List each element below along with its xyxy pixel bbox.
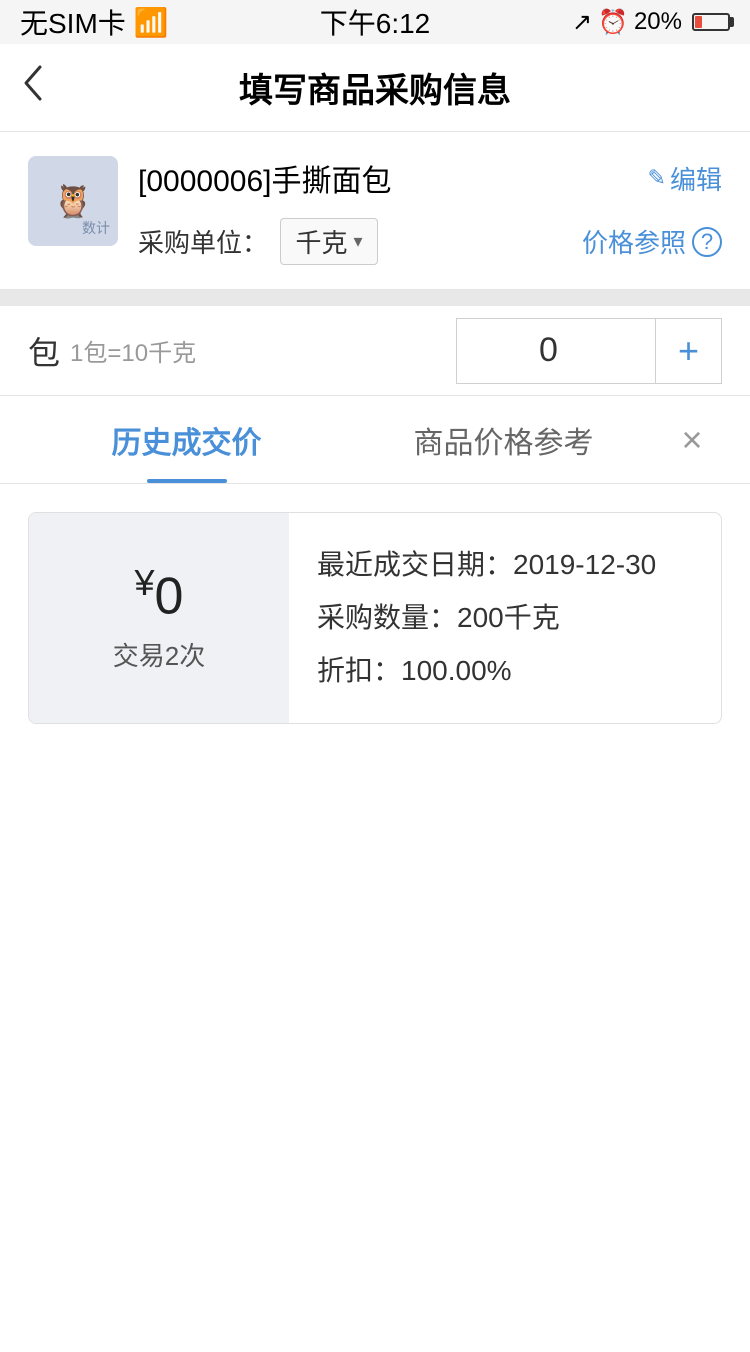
quantity-row: 包 1包=10千克 + <box>0 306 750 396</box>
carrier-text: 无SIM卡 <box>20 2 126 42</box>
bottom-area <box>0 752 750 1352</box>
product-card: 🦉 数计 [0000006]手撕面包 ✎ 编辑 采购单位： 千克 ▾ <box>0 132 750 290</box>
product-info: [0000006]手撕面包 ✎ 编辑 采购单位： 千克 ▾ 价格参照 ? <box>138 156 722 265</box>
quantity-label: 包 1包=10千克 <box>28 328 196 374</box>
unit-left: 采购单位： 千克 ▾ <box>138 218 378 265</box>
recent-date-label: 最近成交日期： <box>317 549 513 580</box>
tab2-label: 商品价格参考 <box>414 418 594 462</box>
tab-close-button[interactable]: × <box>662 410 722 470</box>
price-ref-label: 价格参照 <box>582 223 686 260</box>
product-sub-label: 数计 <box>82 218 110 238</box>
tab-history-price[interactable]: 历史成交价 <box>28 396 345 483</box>
tab-price-reference[interactable]: 商品价格参考 <box>345 396 662 483</box>
history-card: ¥0 交易2次 最近成交日期：2019-12-30 采购数量：200千克 折扣：… <box>28 512 722 724</box>
unit-ratio: 1包=10千克 <box>70 333 196 368</box>
discount-row: 折扣：100.00% <box>317 651 693 690</box>
battery-percent: 20% <box>634 8 682 36</box>
edit-label: 编辑 <box>670 160 722 197</box>
recent-date-row: 最近成交日期：2019-12-30 <box>317 545 693 584</box>
history-price-section: ¥0 交易2次 <box>29 513 289 723</box>
history-content: ¥0 交易2次 最近成交日期：2019-12-30 采购数量：200千克 折扣：… <box>0 484 750 752</box>
discount-label: 折扣： <box>317 655 401 686</box>
unit-label: 采购单位： <box>138 228 268 258</box>
nav-bar: 填写商品采购信息 <box>0 44 750 132</box>
trade-count: 交易2次 <box>113 636 205 673</box>
product-name: [0000006]手撕面包 <box>138 156 391 200</box>
page-title: 填写商品采购信息 <box>239 63 511 112</box>
carrier-info: 无SIM卡 📶 <box>20 2 169 42</box>
unit-character: 包 <box>28 328 60 374</box>
section-divider <box>0 290 750 306</box>
product-thumbnail: 🦉 数计 <box>28 156 118 246</box>
edit-link[interactable]: ✎ 编辑 <box>648 160 722 197</box>
price-reference-link[interactable]: 价格参照 ? <box>582 223 722 260</box>
alarm-icon: ⏰ <box>598 8 628 37</box>
quantity-input[interactable] <box>456 318 656 384</box>
wifi-icon: 📶 <box>134 6 169 39</box>
status-bar: 无SIM卡 📶 下午6:12 ↗ ⏰ 20% <box>0 0 750 44</box>
help-icon: ? <box>692 227 722 257</box>
product-name-row: [0000006]手撕面包 ✎ 编辑 <box>138 156 722 200</box>
quantity-plus-button[interactable]: + <box>656 318 722 384</box>
edit-icon: ✎ <box>648 165 666 191</box>
tabs-bar: 历史成交价 商品价格参考 × <box>0 396 750 484</box>
product-logo-icon: 🦉 <box>53 182 93 220</box>
product-top-row: 🦉 数计 [0000006]手撕面包 ✎ 编辑 采购单位： 千克 ▾ <box>28 156 722 265</box>
close-icon: × <box>681 419 702 461</box>
quantity-input-group: + <box>456 318 722 384</box>
tab-active-indicator <box>147 479 227 483</box>
status-time: 下午6:12 <box>320 2 431 42</box>
plus-icon: + <box>678 330 699 372</box>
battery-icon <box>688 13 730 31</box>
currency-symbol: ¥ <box>135 562 155 603</box>
unit-value: 千克 <box>295 223 347 260</box>
recent-date-value: 2019-12-30 <box>513 549 656 580</box>
status-right: ↗ ⏰ 20% <box>572 8 730 37</box>
unit-select[interactable]: 千克 ▾ <box>280 218 377 265</box>
discount-value: 100.00% <box>401 655 512 686</box>
quantity-detail-label: 采购数量： <box>317 602 457 633</box>
history-price-display: ¥0 <box>135 562 184 626</box>
history-detail-section: 最近成交日期：2019-12-30 采购数量：200千克 折扣：100.00% <box>289 513 721 723</box>
quantity-detail-value: 200千克 <box>457 602 560 633</box>
quantity-row-detail: 采购数量：200千克 <box>317 598 693 637</box>
price-value: 0 <box>155 567 184 625</box>
location-icon: ↗ <box>572 8 592 37</box>
chevron-down-icon: ▾ <box>353 231 362 252</box>
back-button[interactable] <box>20 63 44 112</box>
tab1-label: 历史成交价 <box>112 418 262 462</box>
product-unit-row: 采购单位： 千克 ▾ 价格参照 ? <box>138 218 722 265</box>
